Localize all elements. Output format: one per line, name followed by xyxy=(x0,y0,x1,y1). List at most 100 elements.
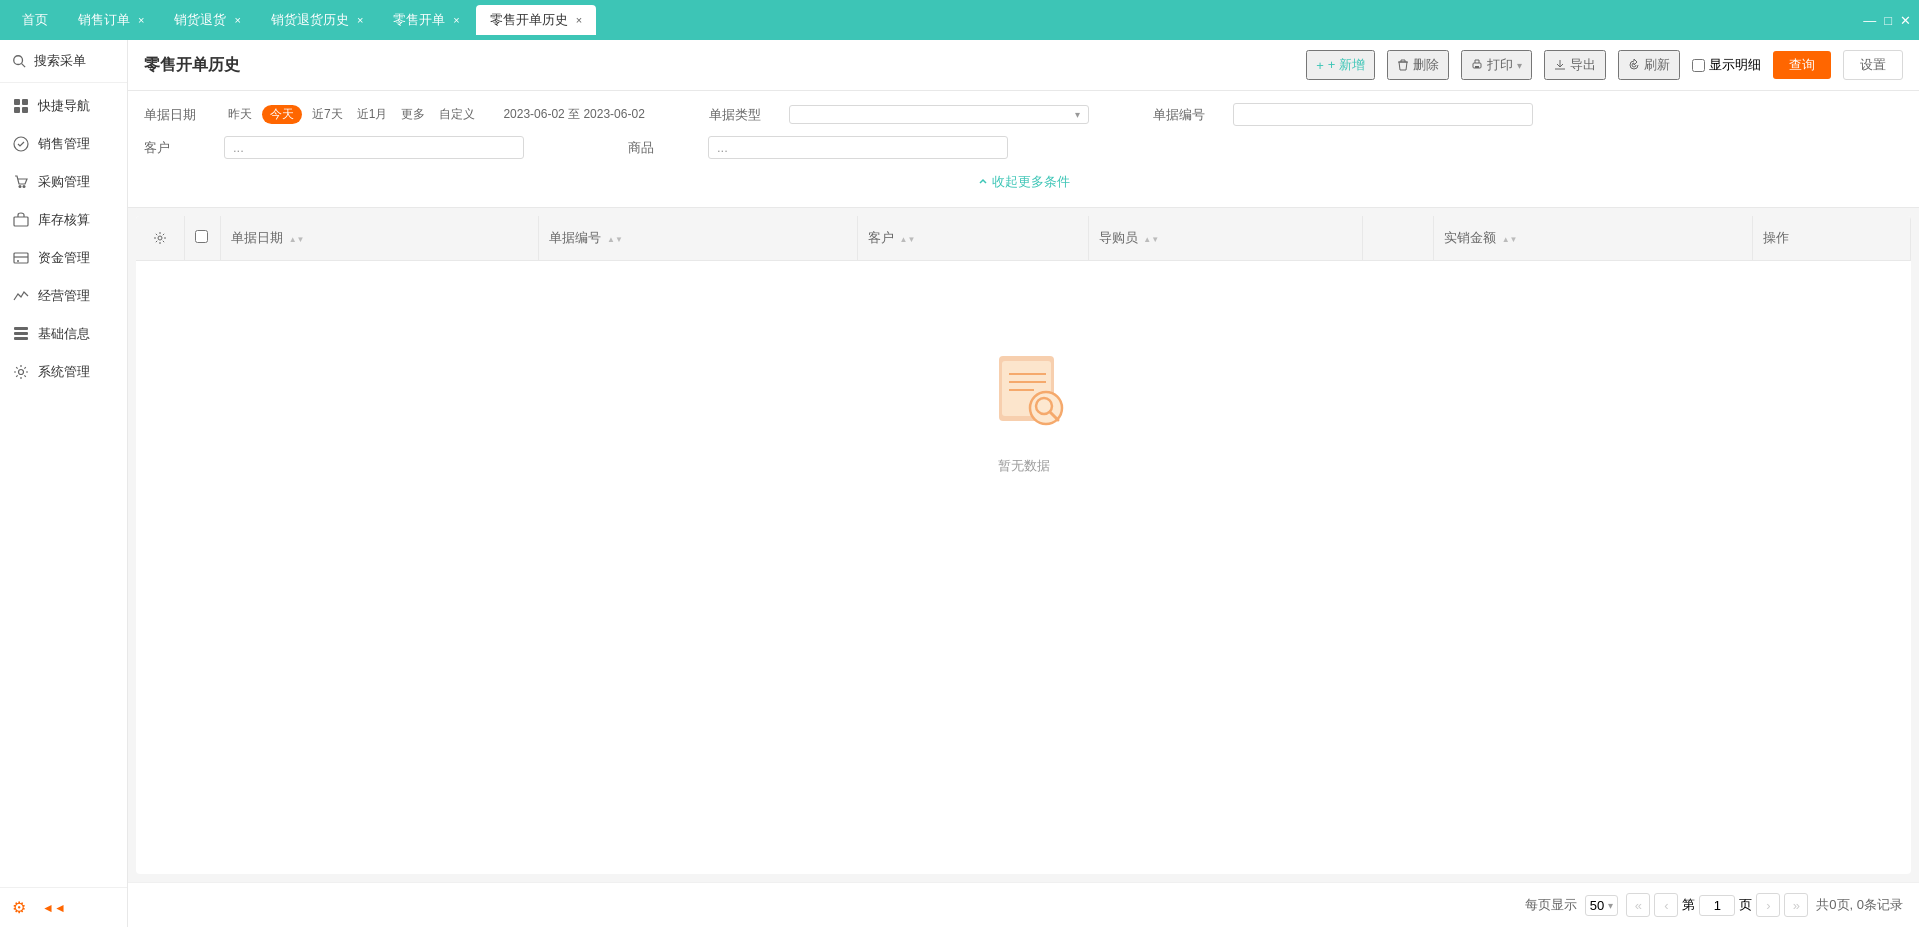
th-no-label: 单据编号 xyxy=(549,230,601,245)
svg-point-6 xyxy=(14,137,28,151)
finance-icon xyxy=(12,249,30,267)
svg-rect-2 xyxy=(14,99,20,105)
display-detail-checkbox[interactable]: 显示明细 xyxy=(1692,56,1761,74)
sidebar-collapse-icon[interactable]: ◄◄ xyxy=(42,901,66,915)
current-page-input[interactable] xyxy=(1699,895,1735,916)
goods-select[interactable]: ... xyxy=(708,136,1008,159)
add-button[interactable]: + + 新增 xyxy=(1306,50,1375,80)
date-btn-more[interactable]: 更多 xyxy=(397,105,429,124)
operations-label: 经营管理 xyxy=(38,287,90,305)
tab-retail-open-history-close[interactable]: × xyxy=(576,14,582,26)
tab-sales-order[interactable]: 销售订单 × xyxy=(64,5,158,35)
table-settings-th xyxy=(136,216,185,261)
goods-dots: ... xyxy=(717,140,728,155)
th-date-sort[interactable]: ▲▼ xyxy=(289,235,305,244)
table-header-row: 单据日期 ▲▼ 单据编号 ▲▼ 客户 ▲▼ 导购员 xyxy=(136,216,1911,261)
sidebar-item-sales[interactable]: 销售管理 xyxy=(0,125,127,163)
pagination: 每页显示 50 ▾ « ‹ 第 页 › » 共0页, 0条记录 xyxy=(128,882,1919,927)
sidebar-item-finance[interactable]: 资金管理 xyxy=(0,239,127,277)
empty-text: 暂无数据 xyxy=(998,457,1050,475)
collapse-label: 收起更多条件 xyxy=(992,173,1070,191)
tab-home[interactable]: 首页 xyxy=(8,5,62,35)
print-button[interactable]: 打印 ▾ xyxy=(1461,50,1532,80)
finance-label: 资金管理 xyxy=(38,249,90,267)
export-icon xyxy=(1554,59,1566,71)
tab-retail-open-close[interactable]: × xyxy=(453,14,459,26)
th-no-sort[interactable]: ▲▼ xyxy=(607,235,623,244)
svg-point-12 xyxy=(17,260,19,262)
inventory-icon xyxy=(12,211,30,229)
sidebar-item-operations[interactable]: 经营管理 xyxy=(0,277,127,315)
print-icon xyxy=(1471,59,1483,71)
sidebar-item-quick-nav[interactable]: 快捷导航 xyxy=(0,87,127,125)
page-word: 第 xyxy=(1682,896,1695,914)
tab-retail-open[interactable]: 零售开单 × xyxy=(379,5,473,35)
doc-no-input[interactable] xyxy=(1233,103,1533,126)
th-amount-sort[interactable]: ▲▼ xyxy=(1502,235,1518,244)
tab-retail-open-label: 零售开单 xyxy=(393,11,445,29)
svg-line-1 xyxy=(22,64,26,68)
date-btn-today[interactable]: 今天 xyxy=(262,105,302,124)
th-customer-sort[interactable]: ▲▼ xyxy=(900,235,916,244)
th-customer-label: 客户 xyxy=(868,230,894,245)
sidebar-item-basic[interactable]: 基础信息 xyxy=(0,315,127,353)
page-actions: + + 新增 删除 打印 ▾ 导出 刷新 xyxy=(1306,50,1903,80)
tab-sales-order-close[interactable]: × xyxy=(138,14,144,26)
last-page-btn[interactable]: » xyxy=(1784,893,1808,917)
date-btn-custom[interactable]: 自定义 xyxy=(435,105,479,124)
date-range-text: 2023-06-02 至 2023-06-02 xyxy=(503,106,644,123)
page-title: 零售开单历史 xyxy=(144,55,240,76)
date-btn-1month[interactable]: 近1月 xyxy=(353,105,392,124)
next-page-btn[interactable]: › xyxy=(1756,893,1780,917)
tab-sales-return-history-close[interactable]: × xyxy=(357,14,363,26)
export-button[interactable]: 导出 xyxy=(1544,50,1606,80)
th-date-label: 单据日期 xyxy=(231,230,283,245)
select-all-checkbox[interactable] xyxy=(195,230,208,243)
empty-state: 暂无数据 xyxy=(136,261,1911,555)
system-label: 系统管理 xyxy=(38,363,90,381)
sidebar-search[interactable]: 搜索采单 xyxy=(0,44,127,78)
display-detail-input[interactable] xyxy=(1692,59,1705,72)
sidebar-item-inventory[interactable]: 库存核算 xyxy=(0,201,127,239)
svg-rect-13 xyxy=(14,327,28,330)
th-amount-label: 实销金额 xyxy=(1444,230,1496,245)
doc-type-select[interactable]: ▾ xyxy=(789,105,1089,124)
date-btn-7days[interactable]: 近7天 xyxy=(308,105,347,124)
page-nav: « ‹ 第 页 › » xyxy=(1626,893,1808,917)
per-page-select[interactable]: 50 ▾ xyxy=(1585,895,1618,916)
filter-row-2: 客户 ... 商品 ... xyxy=(144,136,1903,159)
page-label: 页 xyxy=(1739,896,1752,914)
print-dropdown-icon: ▾ xyxy=(1517,60,1522,71)
query-button[interactable]: 查询 xyxy=(1773,51,1831,79)
th-guide-sort[interactable]: ▲▼ xyxy=(1143,235,1159,244)
maximize-button[interactable]: □ xyxy=(1884,13,1892,28)
top-nav-bar: 首页 销售订单 × 销货退货 × 销货退货历史 × 零售开单 × 零售开单历史 … xyxy=(0,0,1919,40)
close-button[interactable]: ✕ xyxy=(1900,13,1911,28)
first-page-btn[interactable]: « xyxy=(1626,893,1650,917)
collapse-row: 收起更多条件 xyxy=(144,169,1903,195)
tab-sales-return-close[interactable]: × xyxy=(234,14,240,26)
tab-retail-open-history[interactable]: 零售开单历史 × xyxy=(476,5,596,35)
tab-sales-return-history[interactable]: 销货退货历史 × xyxy=(257,5,377,35)
prev-page-btn[interactable]: ‹ xyxy=(1654,893,1678,917)
customer-dots: ... xyxy=(233,140,244,155)
tab-sales-return[interactable]: 销货退货 × xyxy=(160,5,254,35)
date-btn-yesterday[interactable]: 昨天 xyxy=(224,105,256,124)
main-layout: 搜索采单 快捷导航 销售管理 采购管理 库存核算 xyxy=(0,40,1919,927)
sidebar-item-purchase[interactable]: 采购管理 xyxy=(0,163,127,201)
refresh-button[interactable]: 刷新 xyxy=(1618,50,1680,80)
th-spacer xyxy=(1363,216,1434,261)
collapse-button[interactable]: 收起更多条件 xyxy=(978,169,1070,195)
th-guide: 导购员 ▲▼ xyxy=(1088,216,1363,261)
date-filter-btns: 昨天 今天 近7天 近1月 更多 自定义 xyxy=(224,105,479,124)
table-container: 单据日期 ▲▼ 单据编号 ▲▼ 客户 ▲▼ 导购员 xyxy=(136,216,1911,874)
tab-home-label: 首页 xyxy=(22,11,48,29)
table-settings-btn[interactable] xyxy=(146,224,174,252)
customer-select[interactable]: ... xyxy=(224,136,524,159)
sidebar-item-system[interactable]: 系统管理 xyxy=(0,353,127,391)
search-label: 搜索采单 xyxy=(34,52,86,70)
minimize-button[interactable]: — xyxy=(1863,13,1876,28)
settings-button[interactable]: 设置 xyxy=(1843,50,1903,80)
sidebar-settings-icon[interactable]: ⚙ xyxy=(12,898,26,917)
delete-button[interactable]: 删除 xyxy=(1387,50,1449,80)
